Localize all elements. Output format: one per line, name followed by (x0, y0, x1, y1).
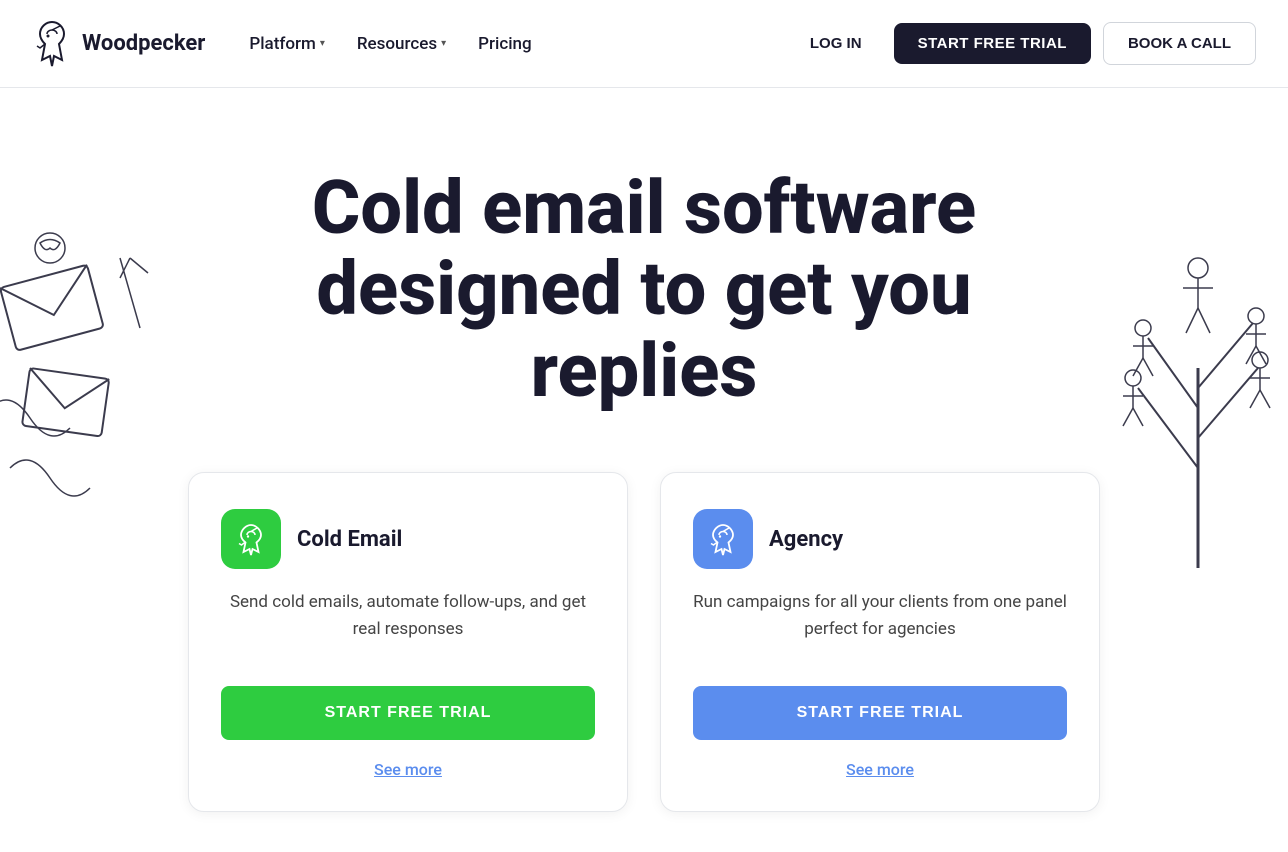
cold-email-see-more[interactable]: See more (221, 760, 595, 779)
navbar-left: Woodpecker Platform ▾ Resources ▾ Pricin… (32, 20, 544, 68)
nav-links: Platform ▾ Resources ▾ Pricing (237, 26, 543, 62)
hero-section: Cold email software designed to get you … (0, 88, 1288, 852)
book-call-button[interactable]: BOOK A CALL (1103, 22, 1256, 65)
agency-card: Agency Run campaigns for all your client… (660, 472, 1100, 812)
cold-email-title: Cold Email (297, 527, 402, 552)
nav-pricing[interactable]: Pricing (466, 26, 544, 62)
card-header-cold-email: Cold Email (221, 509, 595, 569)
agency-trial-button[interactable]: START FREE TRIAL (693, 686, 1067, 740)
navbar-right: LOG IN START FREE TRIAL BOOK A CALL (790, 22, 1256, 65)
cold-email-trial-button[interactable]: START FREE TRIAL (221, 686, 595, 740)
agency-icon-wrapper (693, 509, 753, 569)
cold-email-icon-wrapper (221, 509, 281, 569)
agency-see-more[interactable]: See more (693, 760, 1067, 779)
cold-email-desc: Send cold emails, automate follow-ups, a… (221, 589, 595, 666)
nav-platform[interactable]: Platform ▾ (237, 26, 337, 62)
logo-icon (32, 20, 72, 68)
agency-desc: Run campaigns for all your clients from … (693, 589, 1067, 666)
nav-trial-button[interactable]: START FREE TRIAL (894, 23, 1091, 64)
cards-row: Cold Email Send cold emails, automate fo… (40, 472, 1248, 812)
login-button[interactable]: LOG IN (790, 25, 882, 62)
chevron-down-icon: ▾ (441, 38, 446, 49)
nav-resources[interactable]: Resources ▾ (345, 26, 458, 62)
card-header-agency: Agency (693, 509, 1067, 569)
cold-email-card: Cold Email Send cold emails, automate fo… (188, 472, 628, 812)
logo-text: Woodpecker (82, 31, 205, 56)
logo-link[interactable]: Woodpecker (32, 20, 205, 68)
cold-email-icon (234, 522, 268, 556)
chevron-down-icon: ▾ (320, 38, 325, 49)
hero-title: Cold email software designed to get you … (194, 168, 1094, 412)
agency-title: Agency (769, 527, 843, 552)
navbar: Woodpecker Platform ▾ Resources ▾ Pricin… (0, 0, 1288, 88)
agency-icon (706, 522, 740, 556)
